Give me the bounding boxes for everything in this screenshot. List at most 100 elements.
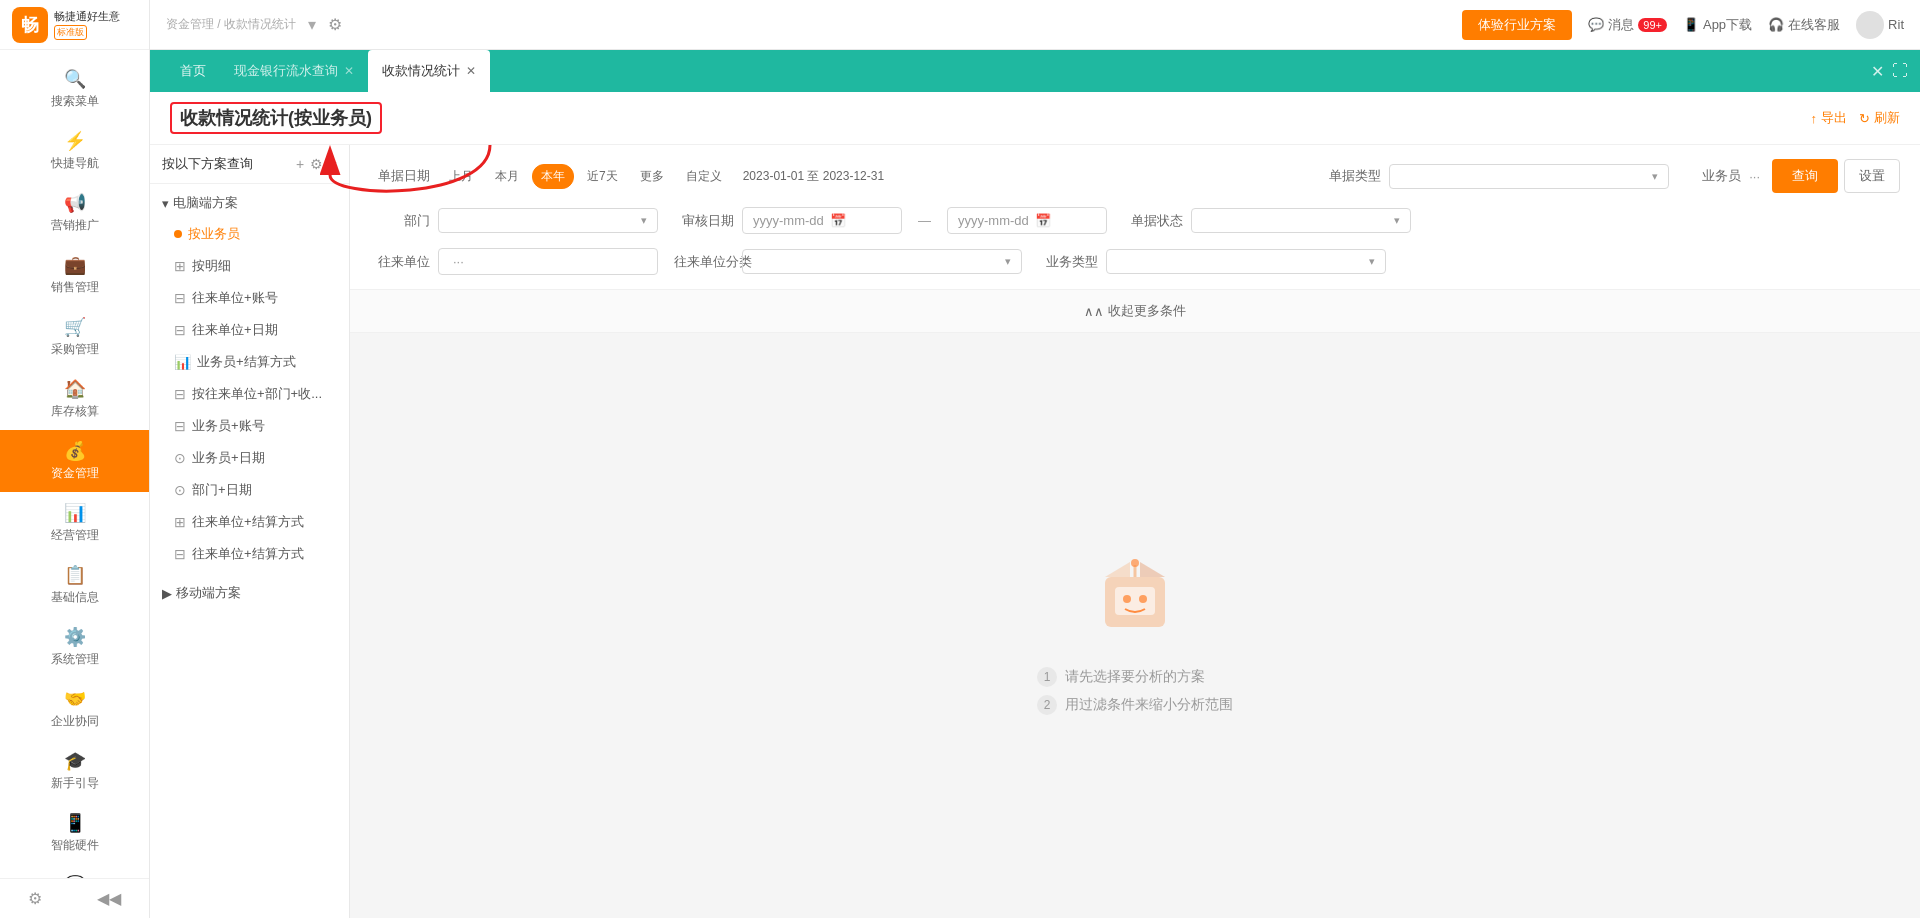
service-icon: 🎧 [1768,17,1784,32]
tab-bank-flow[interactable]: 现金银行流水查询 ✕ [220,50,368,92]
svg-rect-1 [1115,587,1155,615]
collapse-button[interactable]: ∧∧ 收起更多条件 [1084,302,1186,320]
scheme-by-salesperson[interactable]: 按业务员 [150,218,349,250]
export-button[interactable]: ↑ 导出 [1811,109,1848,127]
collapse-label: 收起更多条件 [1108,302,1186,320]
sidebar-item-search[interactable]: 🔍 搜索菜单 [0,58,149,120]
svg-point-3 [1139,595,1147,603]
main-area: 资金管理 / 收款情况统计 ▾ ⚙ 体验行业方案 💬 消息 99+ 📱 App下… [150,0,1920,918]
scheme-dept-date[interactable]: ⊙ 部门+日期 [150,474,349,506]
add-scheme-button[interactable]: + [296,156,304,172]
sidebar-menu: 🔍 搜索菜单 ⚡ 快捷导航 📢 营销推广 💼 销售管理 🛒 采购管理 🏠 [0,50,149,878]
page-actions: ↑ 导出 ↻ 刷新 [1811,109,1901,127]
sidebar-item-warehouse[interactable]: 🏠 库存核算 [0,368,149,430]
sidebar-item-quick[interactable]: ⚡ 快捷导航 [0,120,149,182]
window-maximize-icon[interactable]: ⛶ [1892,62,1908,80]
scheme-salesperson-account[interactable]: ⊟ 业务员+账号 [150,410,349,442]
export-label: 导出 [1821,109,1847,127]
sidebar-label-guide: 新手引导 [51,775,99,792]
date-tabs: 上月 本月 本年 近7天 更多 自定义 [440,164,731,189]
sidebar-item-basic[interactable]: 📋 基础信息 [0,554,149,616]
counterpart-select[interactable]: ··· [438,248,658,275]
salesperson-dots[interactable]: ··· [1749,169,1760,184]
sidebar-item-wechat[interactable]: 💬 企业微信 [0,864,149,878]
sidebar-item-operation[interactable]: 📊 经营管理 [0,492,149,554]
sidebar-item-corp[interactable]: 🤝 企业协同 [0,678,149,740]
settings-footer-icon[interactable]: ⚙ [28,889,42,908]
scheme-counterpart-dept[interactable]: ⊟ 按往来单位+部门+收... [150,378,349,410]
doc-status-select[interactable]: ▾ [1191,208,1411,233]
sidebar-item-hardware[interactable]: 📱 智能硬件 [0,802,149,864]
scheme-cp-payment1[interactable]: ⊞ 往来单位+结算方式 [150,506,349,538]
sidebar-label-finance: 资金管理 [51,465,99,482]
scheme-by-detail[interactable]: ⊞ 按明细 [150,250,349,282]
scheme-cp-payment1-label: 往来单位+结算方式 [192,513,304,531]
date-tab-7days[interactable]: 近7天 [578,164,627,189]
panel-collapse-icon[interactable]: « [329,156,337,172]
step-1-num: 1 [1037,667,1057,687]
sidebar-item-purchase[interactable]: 🛒 采购管理 [0,306,149,368]
sidebar-item-sales[interactable]: 💼 销售管理 [0,244,149,306]
dept-select[interactable]: ▾ [438,208,658,233]
cp-payment2-icon: ⊟ [174,546,186,562]
sp-date-icon: ⊙ [174,450,186,466]
sidebar-item-marketing[interactable]: 📢 营销推广 [0,182,149,244]
date-tab-custom[interactable]: 自定义 [677,164,731,189]
sidebar-footer: ⚙ ◀◀ [0,878,149,918]
header-dropdown-icon[interactable]: ▾ [308,15,316,34]
scheme-counterpart-account[interactable]: ⊟ 往来单位+账号 [150,282,349,314]
doc-type-label: 单据类型 [1321,167,1381,185]
logo-text: 畅捷通好生意 [54,9,120,23]
tab-bank-flow-close[interactable]: ✕ [344,64,354,78]
scheme-salesperson-payment[interactable]: 📊 业务员+结算方式 [150,346,349,378]
date-tab-last-month[interactable]: 上月 [440,164,482,189]
cp-type-select[interactable]: ▾ [742,249,1022,274]
audit-date-to[interactable]: yyyy-mm-dd 📅 [947,207,1107,234]
scheme-salesperson-date-label: 业务员+日期 [192,449,265,467]
online-service-area[interactable]: 🎧 在线客服 [1768,16,1840,34]
biz-type-arrow-icon: ▾ [1369,255,1375,268]
sidebar-item-system[interactable]: ⚙️ 系统管理 [0,616,149,678]
tab-home-label: 首页 [180,62,206,80]
doc-type-select[interactable]: ▾ [1389,164,1669,189]
biz-type-select[interactable]: ▾ [1106,249,1386,274]
scheme-settings-icon[interactable]: ⚙ [310,156,323,172]
header-right: 体验行业方案 💬 消息 99+ 📱 App下载 🎧 在线客服 Rit [1462,10,1904,40]
sidebar-item-guide[interactable]: 🎓 新手引导 [0,740,149,802]
date-tab-more[interactable]: 更多 [631,164,673,189]
user-area[interactable]: Rit [1856,11,1904,39]
date-tab-this-year[interactable]: 本年 [532,164,574,189]
window-close-icon[interactable]: ✕ [1871,62,1884,81]
empty-steps: 1 请先选择要分析的方案 2 用过滤条件来缩小分析范围 [1037,667,1233,715]
tab-receipt-stats[interactable]: 收款情况统计 ✕ [368,50,490,92]
avatar [1856,11,1884,39]
setting-button[interactable]: 设置 [1844,159,1900,193]
scheme-counterpart-date[interactable]: ⊟ 往来单位+日期 [150,314,349,346]
mobile-group-title[interactable]: ▶ 移动端方案 [150,578,349,608]
app-download-area[interactable]: 📱 App下载 [1683,16,1752,34]
counterpart-dots[interactable]: ··· [453,254,464,269]
tab-receipt-stats-close[interactable]: ✕ [466,64,476,78]
query-button[interactable]: 查询 [1772,159,1838,193]
date-tab-this-month[interactable]: 本月 [486,164,528,189]
header-settings-icon[interactable]: ⚙ [328,15,342,34]
hardware-icon: 📱 [64,812,86,834]
tab-home[interactable]: 首页 [166,50,220,92]
desktop-group-title[interactable]: ▾ 电脑端方案 [150,188,349,218]
collapse-sidebar-icon[interactable]: ◀◀ [97,889,121,908]
scheme-cp-payment2[interactable]: ⊟ 往来单位+结算方式 [150,538,349,570]
breadcrumb: 资金管理 / 收款情况统计 [166,16,296,33]
sidebar-item-finance[interactable]: 💰 资金管理 [0,430,149,492]
cp-type-label: 往来单位分类 [674,253,734,271]
collapse-bar[interactable]: ∧∧ 收起更多条件 [350,290,1920,333]
trial-button[interactable]: 体验行业方案 [1462,10,1572,40]
refresh-button[interactable]: ↻ 刷新 [1859,109,1900,127]
scheme-counterpart-dept-label: 按往来单位+部门+收... [192,385,322,403]
audit-date-from[interactable]: yyyy-mm-dd 📅 [742,207,902,234]
scheme-salesperson-date[interactable]: ⊙ 业务员+日期 [150,442,349,474]
svg-point-2 [1123,595,1131,603]
date-tabs-area: 上月 本月 本年 近7天 更多 自定义 2023-01-01 至 2023-12… [440,164,884,189]
notification-area[interactable]: 💬 消息 99+ [1588,16,1667,34]
sp-payment-icon: 📊 [174,354,191,370]
online-service-label: 在线客服 [1788,16,1840,34]
